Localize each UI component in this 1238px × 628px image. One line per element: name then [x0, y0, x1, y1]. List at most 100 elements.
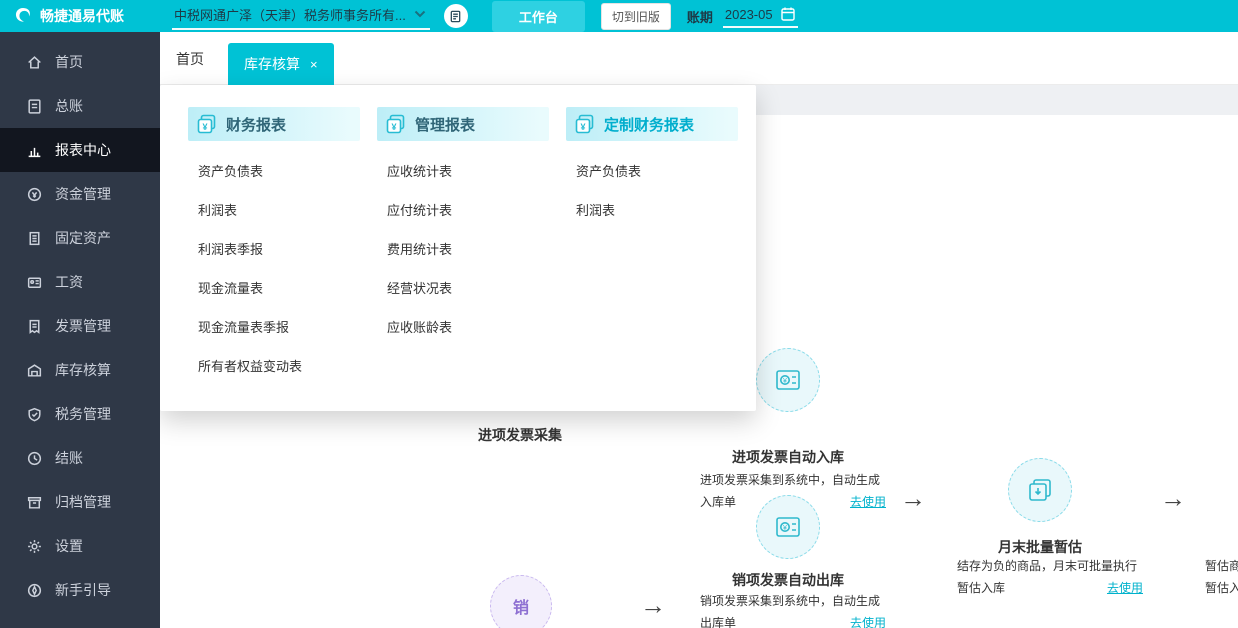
sidebar-item-label: 税务管理: [55, 406, 111, 422]
flow-step-desc: 结存为负的商品，月末可批量执行 暂估入库 去使用: [957, 555, 1143, 599]
flow-arrow-icon: →: [1160, 483, 1186, 513]
report-stack-icon: ¥: [386, 114, 405, 134]
company-selector[interactable]: 中税网通广泽（天津）税务师事务所有...: [172, 3, 430, 30]
tax-icon: [28, 407, 41, 421]
desc-line: 暂估入: [1205, 581, 1238, 595]
sidebar-item-payroll[interactable]: 工资: [0, 260, 160, 304]
sidebar-nav: 首页 总账 报表中心 资金管理 固定资产 工资 发票管理 库存核算 税务管理 结…: [0, 32, 160, 628]
flow-arrow-icon: →: [640, 590, 666, 620]
logo-icon: [15, 8, 30, 22]
period-picker[interactable]: 2023-05: [722, 4, 798, 28]
flow-step-desc: 销项发票采集到系统中，自动生成 出库单 去使用: [700, 590, 886, 628]
sidebar-item-home[interactable]: 首页: [0, 40, 160, 84]
invoice-in-icon: ¥: [756, 348, 820, 412]
workbench-button[interactable]: 工作台: [491, 0, 585, 32]
flow-step-title: 进项发票自动入库: [732, 449, 844, 465]
sidebar-item-archive[interactable]: 归档管理: [0, 480, 160, 524]
menu-section-title: 管理报表: [415, 116, 476, 134]
app-logo: 畅捷通易代账: [0, 6, 160, 26]
sidebar-item-label: 总账: [55, 98, 83, 114]
menu-item-receivables-stats[interactable]: 应收统计表: [377, 151, 549, 190]
sidebar-item-inventory[interactable]: 库存核算: [0, 348, 160, 392]
sidebar-item-label: 新手引导: [55, 582, 111, 598]
settings-icon: [28, 539, 41, 553]
menu-item-expense-stats[interactable]: 费用统计表: [377, 229, 549, 268]
tab-bar: 首页 库存核算 ×: [160, 32, 1238, 85]
menu-item-custom-income-statement[interactable]: 利润表: [566, 190, 738, 229]
flow-arrow-icon: →: [900, 483, 926, 513]
menu-item-receivables-aging[interactable]: 应收账龄表: [377, 307, 549, 346]
sidebar-item-label: 工资: [55, 274, 83, 290]
sidebar-item-label: 报表中心: [55, 142, 111, 158]
use-link[interactable]: 去使用: [850, 491, 886, 513]
menu-item-income-statement[interactable]: 利润表: [188, 190, 360, 229]
menu-column-financial: ¥ 财务报表 资产负债表 利润表 利润表季报 现金流量表 现金流量表季报 所有者…: [188, 107, 360, 385]
sidebar-item-label: 设置: [55, 538, 83, 554]
svg-text:¥: ¥: [391, 122, 396, 132]
guide-icon: [27, 583, 42, 597]
menu-section-header: ¥ 定制财务报表: [566, 107, 738, 141]
svg-text:¥: ¥: [783, 525, 787, 532]
report-stack-icon: ¥: [197, 114, 216, 134]
menu-item-balance-sheet[interactable]: 资产负债表: [188, 151, 360, 190]
menu-item-payables-stats[interactable]: 应付统计表: [377, 190, 549, 229]
close-icon[interactable]: ×: [310, 58, 318, 71]
calendar-icon: [780, 7, 795, 21]
menu-list: 资产负债表 利润表: [566, 151, 738, 229]
sidebar-item-closing[interactable]: 结账: [0, 436, 160, 480]
home-icon: [28, 55, 41, 69]
desc-line: 入库单: [700, 495, 737, 509]
sidebar-item-fixed-assets[interactable]: 固定资产: [0, 216, 160, 260]
menu-column-management: ¥ 管理报表 应收统计表 应付统计表 费用统计表 经营状况表 应收账龄表: [377, 107, 549, 346]
sidebar-item-label: 归档管理: [55, 494, 111, 510]
report-center-icon: [28, 147, 41, 157]
menu-item-cash-flow-quarterly[interactable]: 现金流量表季报: [188, 307, 360, 346]
menu-item-cash-flow[interactable]: 现金流量表: [188, 268, 360, 307]
sidebar-item-label: 首页: [55, 54, 83, 70]
menu-list: 应收统计表 应付统计表 费用统计表 经营状况表 应收账龄表: [377, 151, 549, 346]
use-link[interactable]: 去使用: [850, 612, 886, 628]
menu-item-operating-status[interactable]: 经营状况表: [377, 268, 549, 307]
inventory-icon: [27, 363, 42, 377]
sidebar-item-label: 固定资产: [55, 230, 111, 246]
menu-item-equity-changes[interactable]: 所有者权益变动表: [188, 346, 360, 385]
menu-item-income-quarterly[interactable]: 利润表季报: [188, 229, 360, 268]
tab-label: 库存核算: [244, 56, 300, 72]
document-button[interactable]: [443, 4, 468, 28]
sidebar-item-settings[interactable]: 设置: [0, 524, 160, 568]
flow-step-title: 月末批量暂估: [998, 539, 1082, 555]
sidebar-item-label: 发票管理: [55, 318, 111, 334]
funds-icon: [27, 187, 42, 201]
sidebar-item-label: 库存核算: [55, 362, 111, 378]
menu-item-custom-balance-sheet[interactable]: 资产负债表: [566, 151, 738, 190]
svg-text:¥: ¥: [202, 122, 207, 132]
top-bar: 畅捷通易代账 中税网通广泽（天津）税务师事务所有... 工作台 切到旧版 账期 …: [0, 0, 1238, 32]
document-icon: [451, 10, 461, 22]
archive-icon: [27, 496, 42, 509]
period-value: 2023-05: [724, 6, 773, 22]
use-link[interactable]: 去使用: [1107, 577, 1143, 599]
menu-section-title: 定制财务报表: [604, 116, 695, 134]
switch-old-version-button[interactable]: 切到旧版: [600, 2, 671, 30]
tab-home[interactable]: 首页: [160, 32, 220, 85]
menu-section-title: 财务报表: [226, 116, 287, 134]
sidebar-item-label: 资金管理: [55, 186, 111, 202]
menu-section-header: ¥ 财务报表: [188, 107, 360, 141]
sidebar-item-general-ledger[interactable]: 总账: [0, 84, 160, 128]
sidebar-item-report-center[interactable]: 报表中心: [0, 128, 160, 172]
sidebar-item-funds[interactable]: 资金管理: [0, 172, 160, 216]
glyph-label: 销: [512, 600, 529, 617]
sidebar-item-tax[interactable]: 税务管理: [0, 392, 160, 436]
svg-text:¥: ¥: [783, 378, 787, 385]
company-name: 中税网通广泽（天津）税务师事务所有...: [174, 7, 406, 23]
menu-column-custom: ¥ 定制财务报表 资产负债表 利润表: [566, 107, 738, 229]
sidebar-item-invoice-management[interactable]: 发票管理: [0, 304, 160, 348]
period-label: 账期: [686, 9, 713, 25]
flow-step-desc-partial: 暂估商 暂估入: [1205, 555, 1238, 599]
desc-line: 出库单: [700, 616, 737, 628]
sidebar-item-guide[interactable]: 新手引导: [0, 568, 160, 612]
chevron-down-icon: [414, 10, 426, 18]
app-title: 畅捷通易代账: [40, 8, 124, 24]
sidebar-item-label: 结账: [55, 450, 83, 466]
tab-inventory[interactable]: 库存核算 ×: [228, 43, 334, 85]
